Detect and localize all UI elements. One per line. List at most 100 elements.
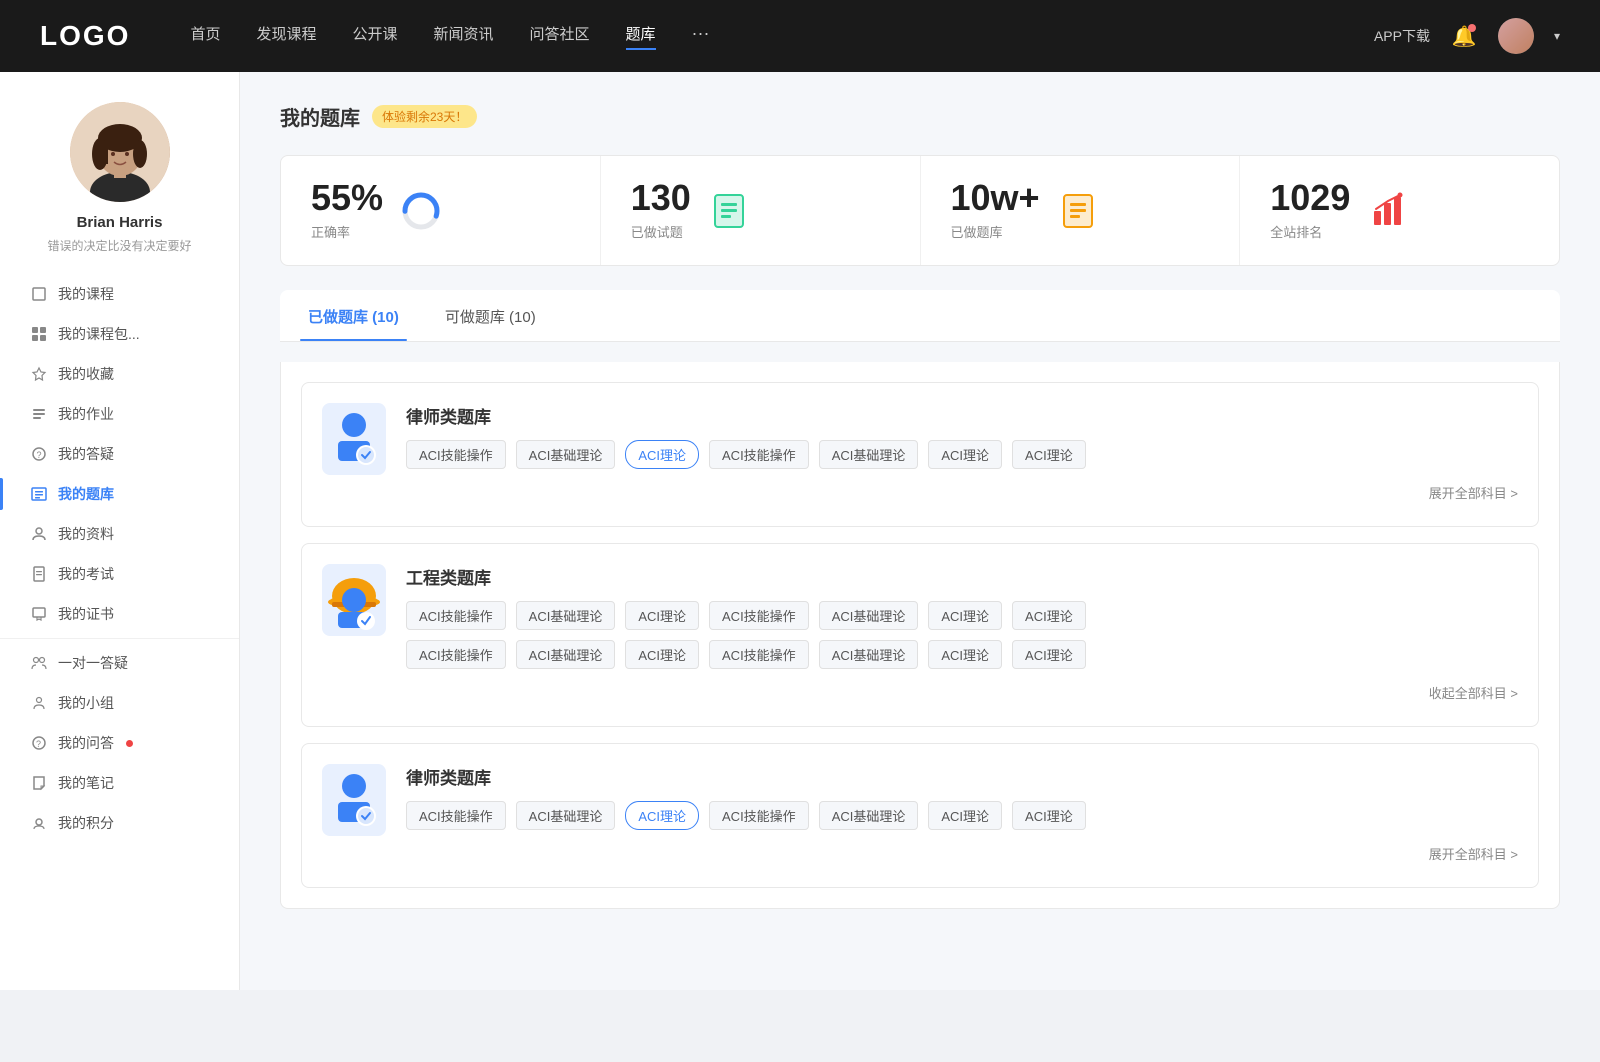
- bank-3-tag-1[interactable]: ACI基础理论: [516, 801, 616, 830]
- trial-badge: 体验剩余23天！: [372, 105, 477, 128]
- sidebar-item-my-favorites[interactable]: 我的收藏: [0, 354, 239, 394]
- bank-1-tag-4[interactable]: ACI基础理论: [819, 440, 919, 469]
- nav-qa[interactable]: 问答社区: [530, 23, 590, 50]
- bank-2-tags-row-2: ACI技能操作 ACI基础理论 ACI理论 ACI技能操作 ACI基础理论 AC…: [406, 640, 1518, 669]
- sidebar-item-my-certificates[interactable]: 我的证书: [0, 594, 239, 634]
- bank-1-content: 律师类题库 ACI技能操作 ACI基础理论 ACI理论 ACI技能操作 ACI基…: [406, 403, 1518, 506]
- bank-3-tags: ACI技能操作 ACI基础理论 ACI理论 ACI技能操作 ACI基础理论 AC…: [406, 801, 1518, 830]
- tab-available-banks[interactable]: 可做题库 (10): [437, 290, 544, 341]
- bank-1-tag-3[interactable]: ACI技能操作: [709, 440, 809, 469]
- sidebar-item-my-courses[interactable]: 我的课程: [0, 274, 239, 314]
- bank-1-tag-0[interactable]: ACI技能操作: [406, 440, 506, 469]
- my-favorites-icon: [30, 365, 48, 383]
- bank-3-tag-3[interactable]: ACI技能操作: [709, 801, 809, 830]
- sidebar-item-my-group[interactable]: 我的小组: [0, 683, 239, 723]
- sidebar-label-my-notes: 我的笔记: [58, 773, 114, 793]
- avatar-image: [1498, 18, 1534, 54]
- sidebar-item-my-notes[interactable]: 我的笔记: [0, 763, 239, 803]
- bank-icon-lawyer-1: [322, 403, 386, 475]
- sidebar-item-my-profile[interactable]: 我的资料: [0, 514, 239, 554]
- bank-2-tag-12[interactable]: ACI理论: [928, 640, 1002, 669]
- sidebar-item-my-exams[interactable]: 我的考试: [0, 554, 239, 594]
- stat-accuracy: 55% 正确率: [281, 156, 601, 265]
- nav-bank[interactable]: 题库: [626, 23, 656, 50]
- bank-1-tag-1[interactable]: ACI基础理论: [516, 440, 616, 469]
- nav-news[interactable]: 新闻资讯: [434, 23, 494, 50]
- sidebar-avatar: [70, 102, 170, 202]
- banks-done-icon: [1056, 189, 1100, 233]
- bank-1-tag-6[interactable]: ACI理论: [1012, 440, 1086, 469]
- sidebar-label-my-points: 我的积分: [58, 813, 114, 833]
- bank-2-tag-8[interactable]: ACI基础理论: [516, 640, 616, 669]
- sidebar-label-my-homework: 我的作业: [58, 404, 114, 424]
- bank-1-expand[interactable]: 展开全部科目 >: [406, 479, 1518, 506]
- sidebar-item-my-answers[interactable]: ? 我的问答: [0, 723, 239, 763]
- bank-2-collapse[interactable]: 收起全部科目 >: [406, 679, 1518, 706]
- sidebar-label-my-bank: 我的题库: [58, 484, 114, 504]
- bank-2-tag-1[interactable]: ACI基础理论: [516, 601, 616, 630]
- nav-home[interactable]: 首页: [190, 23, 220, 50]
- sidebar-label-my-certificates: 我的证书: [58, 604, 114, 624]
- my-notes-icon: [30, 774, 48, 792]
- stat-banks-values: 10w+ 已做题库: [951, 180, 1040, 241]
- user-avatar[interactable]: [1498, 18, 1534, 54]
- bank-icon-engineering: [322, 564, 386, 636]
- bank-3-tag-2[interactable]: ACI理论: [625, 801, 699, 830]
- sidebar: Brian Harris 错误的决定比没有决定要好 我的课程 我的课程包... …: [0, 72, 240, 990]
- bank-2-content: 工程类题库 ACI技能操作 ACI基础理论 ACI理论 ACI技能操作 ACI基…: [406, 564, 1518, 706]
- bank-3-expand[interactable]: 展开全部科目 >: [406, 840, 1518, 867]
- bank-2-tag-5[interactable]: ACI理论: [928, 601, 1002, 630]
- sidebar-user-motto: 错误的决定比没有决定要好: [27, 237, 211, 254]
- nav-more[interactable]: ···: [692, 23, 710, 50]
- bank-3-tag-6[interactable]: ACI理论: [1012, 801, 1086, 830]
- one-on-one-icon: [30, 654, 48, 672]
- questions-done-icon: [707, 189, 751, 233]
- sidebar-item-one-on-one[interactable]: 一对一答疑: [0, 643, 239, 683]
- sidebar-label-my-answers: 我的问答: [58, 733, 114, 753]
- my-points-icon: [30, 814, 48, 832]
- my-profile-icon: [30, 525, 48, 543]
- sidebar-item-my-points[interactable]: 我的积分: [0, 803, 239, 843]
- bank-2-tag-10[interactable]: ACI技能操作: [709, 640, 809, 669]
- bank-2-tag-2[interactable]: ACI理论: [625, 601, 699, 630]
- my-group-icon: [30, 694, 48, 712]
- notification-bell[interactable]: 🔔: [1450, 22, 1478, 50]
- avatar-svg: [70, 102, 170, 202]
- my-questions-icon: ?: [30, 445, 48, 463]
- nav-discover[interactable]: 发现课程: [256, 23, 316, 50]
- my-certificates-icon: [30, 605, 48, 623]
- sidebar-item-my-questions[interactable]: ? 我的答疑: [0, 434, 239, 474]
- my-homework-icon: [30, 405, 48, 423]
- bank-2-tag-0[interactable]: ACI技能操作: [406, 601, 506, 630]
- page-wrapper: Brian Harris 错误的决定比没有决定要好 我的课程 我的课程包... …: [0, 72, 1600, 990]
- sidebar-user-name: Brian Harris: [77, 214, 163, 231]
- nav-open-course[interactable]: 公开课: [352, 23, 397, 50]
- bank-3-tag-5[interactable]: ACI理论: [928, 801, 1002, 830]
- app-download-link[interactable]: APP下载: [1374, 26, 1430, 46]
- bank-2-tag-7[interactable]: ACI技能操作: [406, 640, 506, 669]
- sidebar-item-my-homework[interactable]: 我的作业: [0, 394, 239, 434]
- bank-2-tag-13[interactable]: ACI理论: [1012, 640, 1086, 669]
- bank-2-name: 工程类题库: [406, 564, 1518, 589]
- stat-banks-done: 10w+ 已做题库: [921, 156, 1241, 265]
- bank-1-tag-5[interactable]: ACI理论: [928, 440, 1002, 469]
- notification-badge: [1468, 24, 1476, 32]
- bank-2-tag-4[interactable]: ACI基础理论: [819, 601, 919, 630]
- sidebar-item-my-packages[interactable]: 我的课程包...: [0, 314, 239, 354]
- bank-3-tag-0[interactable]: ACI技能操作: [406, 801, 506, 830]
- stat-accuracy-label: 正确率: [311, 222, 383, 241]
- user-dropdown-arrow[interactable]: ▾: [1554, 29, 1560, 43]
- bank-1-name: 律师类题库: [406, 403, 1518, 428]
- bank-2-tag-6[interactable]: ACI理论: [1012, 601, 1086, 630]
- bank-icon-lawyer-2: [322, 764, 386, 836]
- bank-1-tag-2[interactable]: ACI理论: [625, 440, 699, 469]
- bank-3-tag-4[interactable]: ACI基础理论: [819, 801, 919, 830]
- sidebar-divider-1: [0, 638, 239, 639]
- bank-2-tag-9[interactable]: ACI理论: [625, 640, 699, 669]
- sidebar-item-my-bank[interactable]: 我的题库: [0, 474, 239, 514]
- navbar-right: APP下载 🔔 ▾: [1374, 18, 1560, 54]
- bank-2-tag-11[interactable]: ACI基础理论: [819, 640, 919, 669]
- bank-2-tag-3[interactable]: ACI技能操作: [709, 601, 809, 630]
- tab-done-banks[interactable]: 已做题库 (10): [300, 290, 407, 341]
- bank-card-lawyer-2: 律师类题库 ACI技能操作 ACI基础理论 ACI理论 ACI技能操作 ACI基…: [301, 743, 1539, 888]
